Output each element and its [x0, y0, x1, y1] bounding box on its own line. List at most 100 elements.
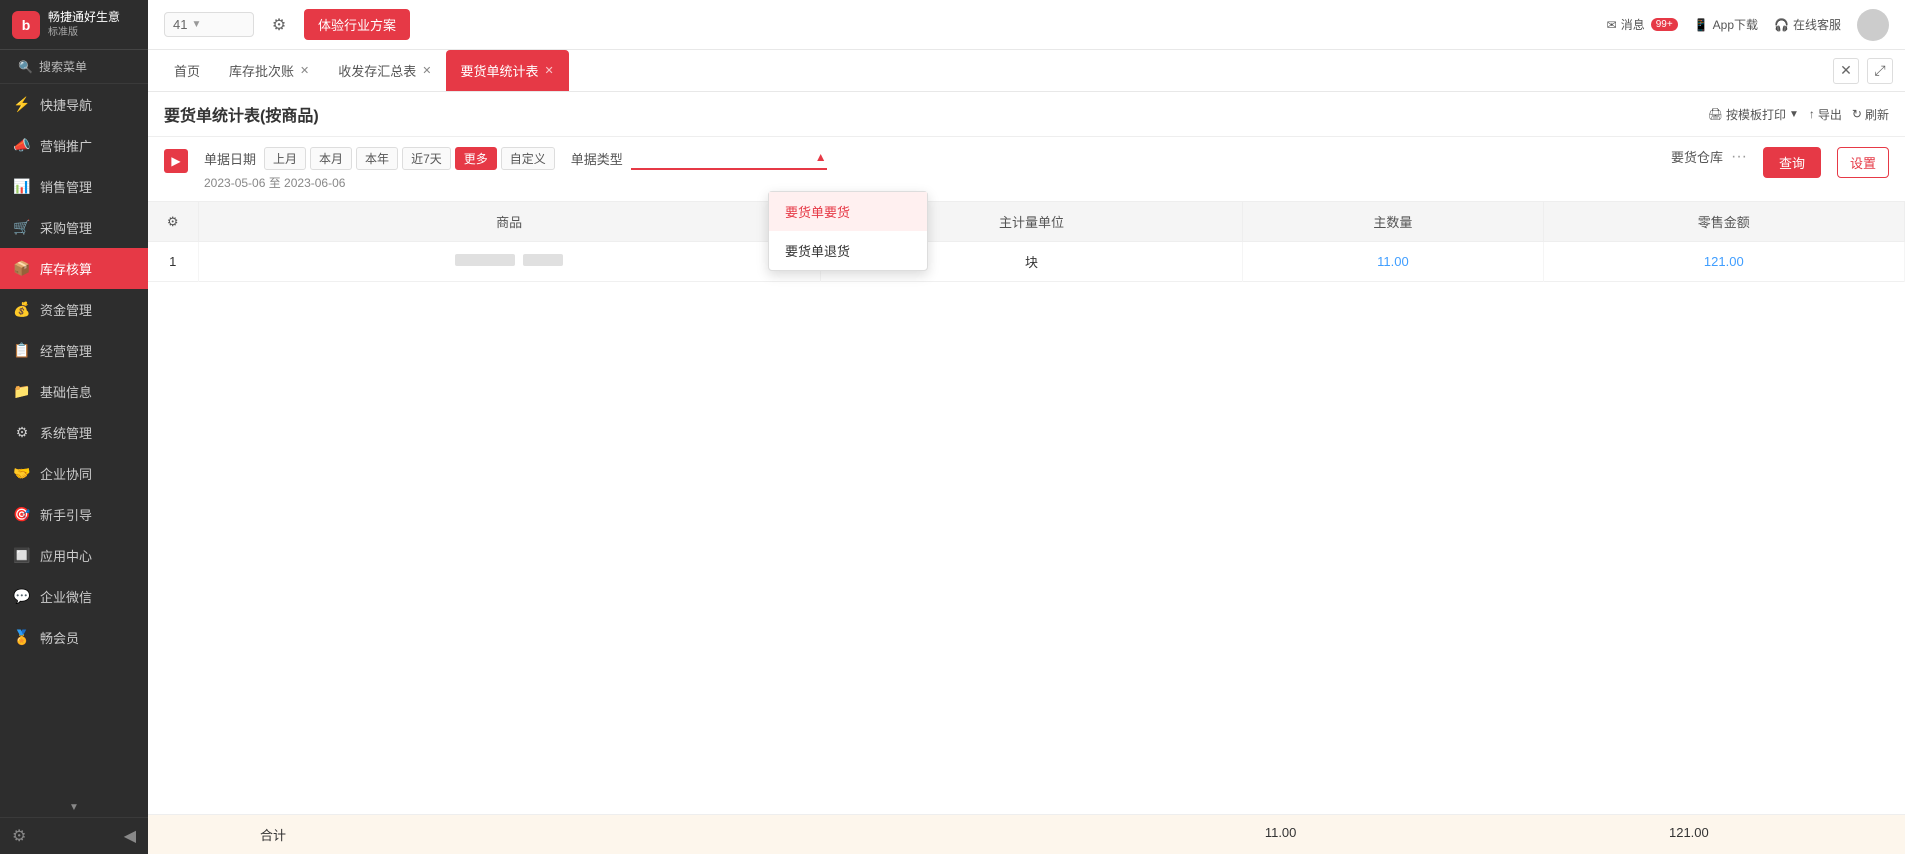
footer-total-label: 合计	[210, 825, 668, 844]
sidebar-bottom: ⚙ ◀	[0, 817, 148, 854]
expand-tab-button[interactable]: ⤢	[1867, 58, 1893, 84]
user-avatar[interactable]	[1857, 9, 1889, 41]
tab-collect-summary-label: 收发存汇总表	[338, 61, 416, 80]
row-quantity[interactable]: 11.00	[1243, 242, 1543, 282]
date-filter-label: 单据日期	[204, 149, 256, 168]
date-btn-more[interactable]: 更多	[455, 147, 497, 170]
sidebar-item-basic[interactable]: 📁 基础信息	[0, 371, 148, 412]
sidebar-item-member[interactable]: 🏅 畅会员	[0, 617, 148, 658]
page-content: 要货单统计表(按商品) 🖨 按模板打印 ▼ ↑ 导出 ↻ 刷新	[148, 92, 1905, 854]
message-item[interactable]: ✉ 消息 99+	[1607, 16, 1678, 33]
table-header-row: ⚙ 商品 主计量单位 主数量 零售金额	[148, 202, 1905, 242]
collab-icon: 🤝	[12, 465, 32, 482]
date-btn-7-days[interactable]: 近7天	[402, 147, 451, 170]
date-btn-custom[interactable]: 自定义	[501, 147, 555, 170]
type-filter-input[interactable]	[631, 147, 815, 166]
filter-expand-button[interactable]: ▶	[164, 149, 188, 173]
sidebar-item-system[interactable]: ⚙ 系统管理	[0, 412, 148, 453]
tab-collect-summary-close[interactable]: ✕	[422, 64, 431, 77]
query-button[interactable]: 查询	[1763, 147, 1821, 178]
tab-home[interactable]: 首页	[160, 50, 215, 91]
collapse-icon[interactable]: ◀	[124, 826, 136, 846]
sidebar-item-sales[interactable]: 📊 销售管理	[0, 166, 148, 207]
date-filter-row: 单据日期 上月 本月 本年 近7天 更多 自定义	[204, 147, 555, 170]
date-btn-this-month[interactable]: 本月	[310, 147, 352, 170]
row-amount[interactable]: 121.00	[1543, 242, 1904, 282]
date-buttons: 上月 本月 本年 近7天 更多 自定义	[264, 147, 555, 170]
sidebar-item-marketing[interactable]: 📣 营销推广	[0, 125, 148, 166]
chevron-down-icon: ▼	[1789, 109, 1799, 120]
sidebar-item-appcenter[interactable]: 🔲 应用中心	[0, 535, 148, 576]
wechat-icon: 💬	[12, 588, 32, 605]
logo-icon: b	[12, 11, 40, 39]
sidebar-item-collab[interactable]: 🤝 企业协同	[0, 453, 148, 494]
tabbar: 首页 库存批次账 ✕ 收发存汇总表 ✕ 要货单统计表 ✕ ✕ ⤢	[148, 50, 1905, 92]
type-filter-group: 单据类型 ▲	[571, 147, 1655, 170]
export-button[interactable]: ↑ 导出	[1809, 106, 1842, 123]
sidebar-item-guide[interactable]: 🎯 新手引导	[0, 494, 148, 535]
date-btn-last-month[interactable]: 上月	[264, 147, 306, 170]
message-badge: 99+	[1651, 18, 1678, 31]
col-quantity: 主数量	[1243, 202, 1543, 242]
tabbar-actions: ✕ ⤢	[1833, 58, 1893, 84]
trial-button[interactable]: 体验行业方案	[304, 9, 410, 40]
quantity-link[interactable]: 11.00	[1377, 254, 1409, 269]
footer-quantity: 11.00	[1077, 825, 1485, 844]
app-download-label: App下载	[1713, 16, 1758, 33]
settings-icon[interactable]: ⚙	[12, 826, 26, 846]
app-download-item[interactable]: 📱 App下载	[1694, 16, 1758, 33]
sidebar-item-finance[interactable]: 💰 资金管理	[0, 289, 148, 330]
settings-small-button[interactable]: 设置	[1837, 147, 1889, 178]
sidebar-item-wechat[interactable]: 💬 企业微信	[0, 576, 148, 617]
main-area: 41 ▼ ⚙ 体验行业方案 ✉ 消息 99+ 📱 App下载 🎧 在线客服	[148, 0, 1905, 854]
inventory-icon: 📦	[12, 260, 32, 277]
dropdown-item-yaohuodantuihuo[interactable]: 要货单退货	[769, 231, 927, 270]
refresh-button[interactable]: ↻ 刷新	[1852, 106, 1889, 123]
sidebar-item-label: 快捷导航	[40, 95, 92, 114]
product-name-placeholder2	[523, 254, 563, 266]
tab-order-stats[interactable]: 要货单统计表 ✕	[446, 50, 568, 91]
refresh-icon: ↻	[1852, 107, 1862, 121]
member-icon: 🏅	[12, 629, 32, 646]
date-btn-this-year[interactable]: 本年	[356, 147, 398, 170]
sidebar-item-inventory[interactable]: 📦 库存核算	[0, 248, 148, 289]
product-name-placeholder1	[455, 254, 515, 266]
close-all-tabs-button[interactable]: ✕	[1833, 58, 1859, 84]
topbar: 41 ▼ ⚙ 体验行业方案 ✉ 消息 99+ 📱 App下载 🎧 在线客服	[148, 0, 1905, 50]
sidebar-item-operations[interactable]: 📋 经营管理	[0, 330, 148, 371]
sidebar: b 畅捷通好生意 标准版 🔍 搜索菜单 ⚡ 快捷导航 📣 营销推广 📊 销售管理…	[0, 0, 148, 854]
search-menu-label: 搜索菜单	[39, 58, 87, 75]
topbar-left: 41 ▼ ⚙ 体验行业方案	[164, 9, 410, 40]
tab-collect-summary[interactable]: 收发存汇总表 ✕	[324, 50, 446, 91]
online-service-item[interactable]: 🎧 在线客服	[1774, 16, 1841, 33]
sidebar-item-purchase[interactable]: 🛒 采购管理	[0, 207, 148, 248]
search-menu[interactable]: 🔍 搜索菜单	[0, 50, 148, 84]
tab-batch-account[interactable]: 库存批次账 ✕	[215, 50, 324, 91]
col-settings[interactable]: ⚙	[148, 202, 198, 242]
online-service-label: 在线客服	[1793, 16, 1841, 33]
message-label: 消息	[1621, 16, 1645, 33]
print-icon: 🖨	[1708, 107, 1723, 121]
sidebar-scroll-down[interactable]: ▼	[0, 798, 148, 817]
dropdown-item-yaohuodanhuo[interactable]: 要货单要货	[769, 192, 927, 231]
col-amount: 零售金额	[1543, 202, 1904, 242]
page-title: 要货单统计表(按商品)	[164, 102, 319, 126]
table-row: 1 块 11.00 121.00	[148, 242, 1905, 282]
type-filter-chevron-up-icon[interactable]: ▲	[815, 150, 827, 164]
col-product: 商品	[198, 202, 820, 242]
warehouse-filter-group: 要货仓库 ···	[1671, 147, 1747, 166]
sidebar-item-label: 营销推广	[40, 136, 92, 155]
filter-bar: ▶ 单据日期 上月 本月 本年 近7天 更多 自定义 2023-05-0	[148, 137, 1905, 202]
warehouse-more-icon[interactable]: ···	[1731, 148, 1747, 166]
print-button[interactable]: 🖨 按模板打印 ▼	[1708, 106, 1799, 123]
export-label: 导出	[1818, 106, 1842, 123]
topbar-right: ✉ 消息 99+ 📱 App下载 🎧 在线客服	[1607, 9, 1889, 41]
row-seq: 1	[148, 242, 198, 282]
store-selector[interactable]: 41 ▼	[164, 12, 254, 37]
tab-order-stats-close[interactable]: ✕	[545, 64, 554, 77]
topbar-settings-button[interactable]: ⚙	[264, 10, 294, 40]
tab-batch-account-close[interactable]: ✕	[300, 64, 309, 77]
sidebar-item-quick-nav[interactable]: ⚡ 快捷导航	[0, 84, 148, 125]
amount-link[interactable]: 121.00	[1704, 254, 1744, 269]
sidebar-item-label: 库存核算	[40, 259, 92, 278]
